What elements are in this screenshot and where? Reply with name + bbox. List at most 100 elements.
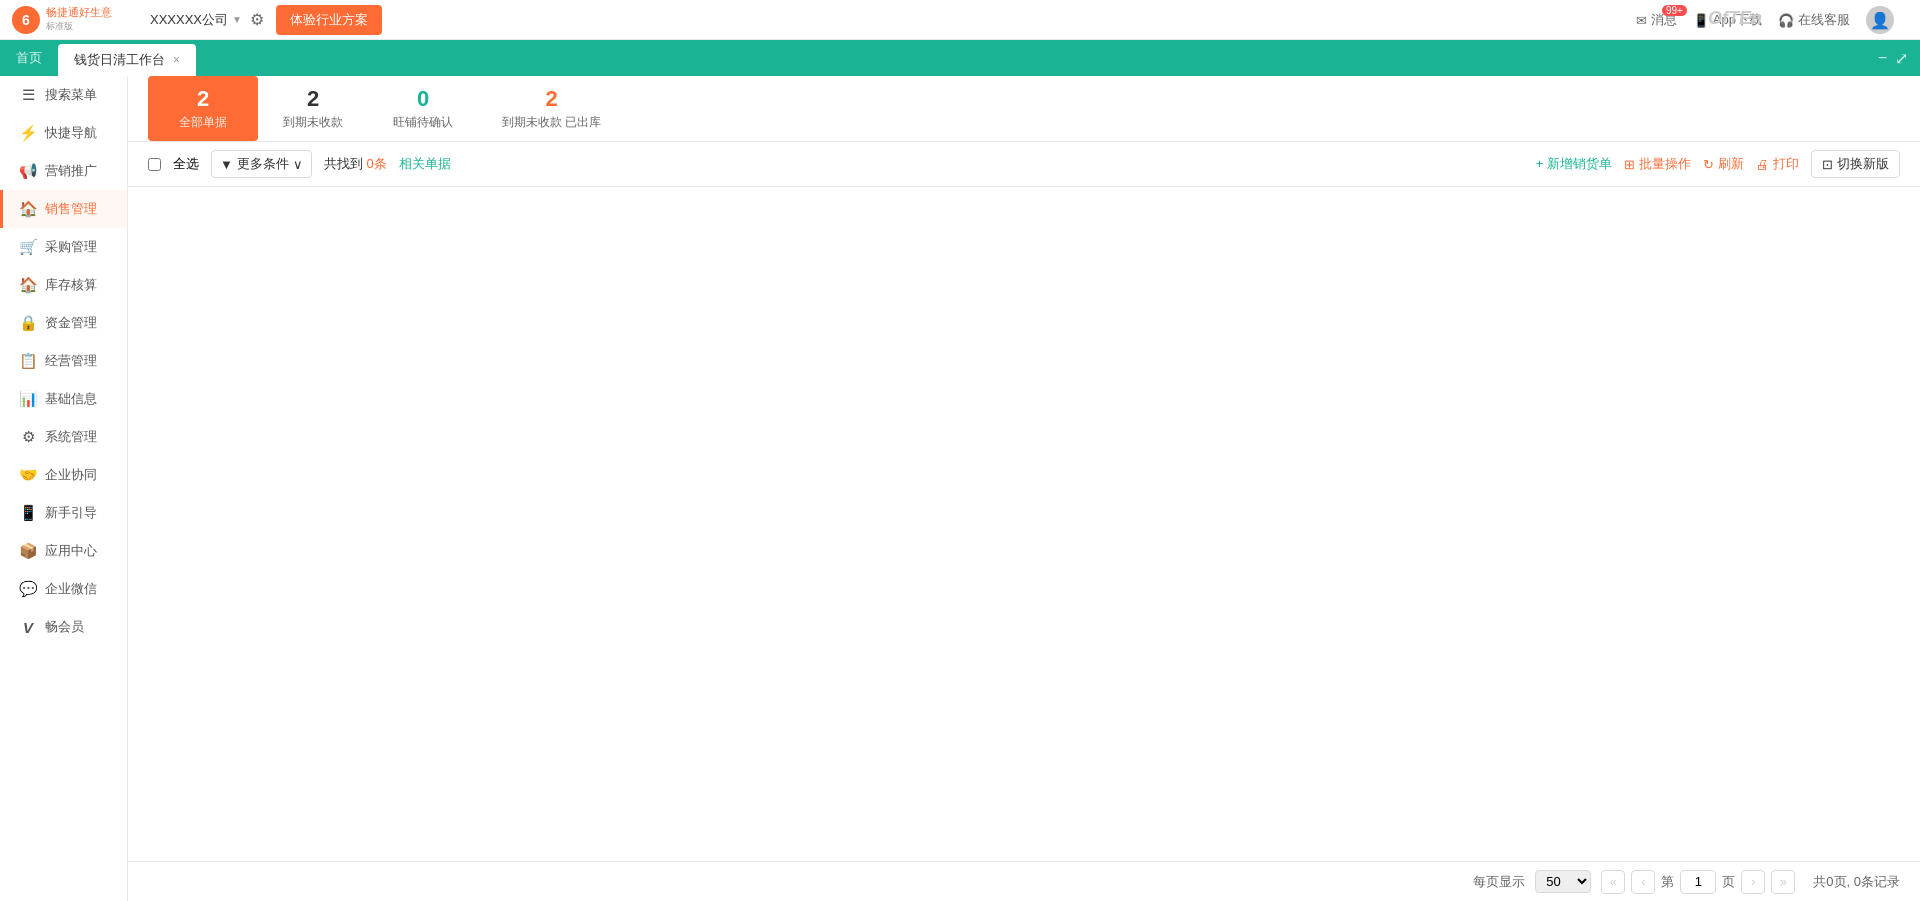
batch-label: 批量操作 bbox=[1639, 155, 1691, 173]
wechat-icon: 💬 bbox=[19, 580, 37, 598]
content-area: 2 全部单据 2 到期未收款 0 旺铺待确认 2 到期未收款 已出库 全选 ▼ … bbox=[128, 76, 1920, 901]
pager-prev-button[interactable]: ‹ bbox=[1631, 870, 1655, 894]
stat-count-overdue-out: 2 bbox=[546, 86, 558, 112]
print-label: 打印 bbox=[1773, 155, 1799, 173]
sidebar-item-marketing[interactable]: 📢 营销推广 bbox=[0, 152, 127, 190]
found-text: 共找到 0条 bbox=[324, 155, 387, 173]
pager-next-button[interactable]: › bbox=[1741, 870, 1765, 894]
tab-workspace[interactable]: 钱货日清工作台 × bbox=[58, 44, 196, 76]
sidebar-item-guide[interactable]: 📱 新手引导 bbox=[0, 494, 127, 532]
page-input[interactable] bbox=[1680, 870, 1716, 894]
stats-tabs: 2 全部单据 2 到期未收款 0 旺铺待确认 2 到期未收款 已出库 bbox=[128, 76, 1920, 142]
pager-page-label: 第 bbox=[1661, 873, 1674, 891]
sidebar-item-operations[interactable]: 📋 经营管理 bbox=[0, 342, 127, 380]
filter-icon: ▼ bbox=[220, 157, 233, 172]
sidebar-item-sales[interactable]: 🏠 销售管理 bbox=[0, 190, 127, 228]
filter-button[interactable]: ▼ 更多条件 ∨ bbox=[211, 150, 312, 178]
batch-operation-button[interactable]: ⊞ 批量操作 bbox=[1624, 155, 1691, 173]
sales-icon: 🏠 bbox=[19, 200, 37, 218]
sidebar-label-app-center: 应用中心 bbox=[45, 542, 97, 560]
page-size-label: 每页显示 bbox=[1473, 873, 1525, 891]
related-link[interactable]: 相关单据 bbox=[399, 155, 451, 173]
app-dl-icon: 📱 bbox=[1693, 13, 1709, 28]
service-icon: 🎧 bbox=[1778, 13, 1794, 28]
quick-nav-icon: ⚡ bbox=[19, 124, 37, 142]
stat-label-overdue: 到期未收款 bbox=[283, 114, 343, 131]
tab-minimize-btn[interactable]: − bbox=[1878, 49, 1887, 67]
search-menu-icon: ☰ bbox=[19, 86, 37, 104]
stat-count-overdue: 2 bbox=[307, 86, 319, 112]
sidebar-label-finance: 资金管理 bbox=[45, 314, 97, 332]
sidebar-label-search-menu: 搜索菜单 bbox=[45, 86, 97, 104]
stat-count-all: 2 bbox=[197, 86, 209, 112]
chevron-down-icon: ▼ bbox=[232, 14, 242, 25]
sidebar-item-quick-nav[interactable]: ⚡ 快捷导航 bbox=[0, 114, 127, 152]
stat-tab-all[interactable]: 2 全部单据 bbox=[148, 76, 258, 141]
sidebar-item-purchase[interactable]: 🛒 采购管理 bbox=[0, 228, 127, 266]
pager-first-button[interactable]: « bbox=[1601, 870, 1625, 894]
vip-icon: V bbox=[19, 619, 37, 636]
sidebar-label-purchase: 采购管理 bbox=[45, 238, 97, 256]
trial-button[interactable]: 体验行业方案 bbox=[276, 5, 382, 35]
refresh-icon: ↻ bbox=[1703, 157, 1714, 172]
toolbar-right: + 新增销货单 ⊞ 批量操作 ↻ 刷新 🖨 打印 ⊡ 切换新版 bbox=[1536, 150, 1900, 178]
add-sales-order-button[interactable]: + 新增销货单 bbox=[1536, 155, 1612, 173]
sidebar-item-vip[interactable]: V 畅会员 bbox=[0, 608, 127, 646]
logo-sub: 标准版 bbox=[46, 20, 112, 33]
refresh-button[interactable]: ↻ 刷新 bbox=[1703, 155, 1744, 173]
switch-version-button[interactable]: ⊡ 切换新版 bbox=[1811, 150, 1900, 178]
sidebar-item-enterprise[interactable]: 🤝 企业协同 bbox=[0, 456, 127, 494]
message-icon: ✉ bbox=[1636, 13, 1647, 28]
sidebar-label-wechat: 企业微信 bbox=[45, 580, 97, 598]
print-icon: 🖨 bbox=[1756, 157, 1769, 172]
stat-label-all: 全部单据 bbox=[179, 114, 227, 131]
sidebar-item-basic-info[interactable]: 📊 基础信息 bbox=[0, 380, 127, 418]
sidebar-item-wechat[interactable]: 💬 企业微信 bbox=[0, 570, 127, 608]
sidebar-label-operations: 经营管理 bbox=[45, 352, 97, 370]
sidebar-item-search-menu[interactable]: ☰ 搜索菜单 bbox=[0, 76, 127, 114]
refresh-label: 刷新 bbox=[1718, 155, 1744, 173]
tab-home[interactable]: 首页 bbox=[0, 40, 58, 76]
footer: 每页显示 20 50 100 « ‹ 第 页 › » 共0页, 0条记录 bbox=[128, 861, 1920, 901]
sidebar-label-inventory: 库存核算 bbox=[45, 276, 97, 294]
sidebar-item-app-center[interactable]: 📦 应用中心 bbox=[0, 532, 127, 570]
top-right: ✉ 消息 99+ 📱 App下载 🎧 在线客服 👤 OfTEn bbox=[1636, 0, 1910, 40]
enterprise-icon: 🤝 bbox=[19, 466, 37, 484]
select-all-checkbox[interactable] bbox=[148, 158, 161, 171]
sidebar-item-inventory[interactable]: 🏠 库存核算 bbox=[0, 266, 127, 304]
page-size-select[interactable]: 20 50 100 bbox=[1535, 870, 1591, 893]
tab-close-icon[interactable]: × bbox=[173, 53, 180, 67]
stat-label-overdue-out: 到期未收款 已出库 bbox=[502, 114, 601, 131]
stat-tab-pending[interactable]: 0 旺铺待确认 bbox=[368, 76, 478, 141]
sidebar: ☰ 搜索菜单 ⚡ 快捷导航 📢 营销推广 🏠 销售管理 🛒 采购管理 🏠 库存核… bbox=[0, 76, 128, 901]
avatar-icon: 👤 bbox=[1870, 11, 1890, 30]
finance-icon: 🔒 bbox=[19, 314, 37, 332]
message-button[interactable]: ✉ 消息 99+ bbox=[1636, 11, 1677, 29]
tab-maximize-btn[interactable]: ⤢ bbox=[1895, 49, 1908, 68]
sidebar-label-vip: 畅会员 bbox=[45, 618, 84, 636]
pager: « ‹ 第 页 › » bbox=[1601, 870, 1795, 894]
table-area bbox=[128, 187, 1920, 861]
tab-actions: − ⤢ bbox=[1878, 40, 1920, 76]
stat-tab-overdue[interactable]: 2 到期未收款 bbox=[258, 76, 368, 141]
avatar[interactable]: 👤 bbox=[1866, 6, 1894, 34]
logo-name: 畅捷通好生意 bbox=[46, 6, 112, 19]
settings-icon[interactable]: ⚙ bbox=[250, 10, 264, 29]
print-button[interactable]: 🖨 打印 bbox=[1756, 155, 1799, 173]
inventory-icon: 🏠 bbox=[19, 276, 37, 294]
main-layout: ☰ 搜索菜单 ⚡ 快捷导航 📢 营销推广 🏠 销售管理 🛒 采购管理 🏠 库存核… bbox=[0, 76, 1920, 901]
total-text: 共0页, 0条记录 bbox=[1813, 873, 1900, 891]
toolbar: 全选 ▼ 更多条件 ∨ 共找到 0条 相关单据 + 新增销货单 ⊞ 批量操作 ↻… bbox=[128, 142, 1920, 187]
sidebar-item-finance[interactable]: 🔒 资金管理 bbox=[0, 304, 127, 342]
company-selector[interactable]: XXXXXX公司 ▼ bbox=[150, 11, 242, 29]
online-service-button[interactable]: 🎧 在线客服 bbox=[1778, 11, 1850, 29]
basic-info-icon: 📊 bbox=[19, 390, 37, 408]
filter-chevron-icon: ∨ bbox=[293, 157, 303, 172]
stat-label-pending: 旺铺待确认 bbox=[393, 114, 453, 131]
stat-tab-overdue-out[interactable]: 2 到期未收款 已出库 bbox=[478, 76, 625, 141]
switch-icon: ⊡ bbox=[1822, 157, 1833, 172]
sidebar-item-system[interactable]: ⚙ 系统管理 bbox=[0, 418, 127, 456]
pager-last-button[interactable]: » bbox=[1771, 870, 1795, 894]
guide-icon: 📱 bbox=[19, 504, 37, 522]
app-center-icon: 📦 bbox=[19, 542, 37, 560]
